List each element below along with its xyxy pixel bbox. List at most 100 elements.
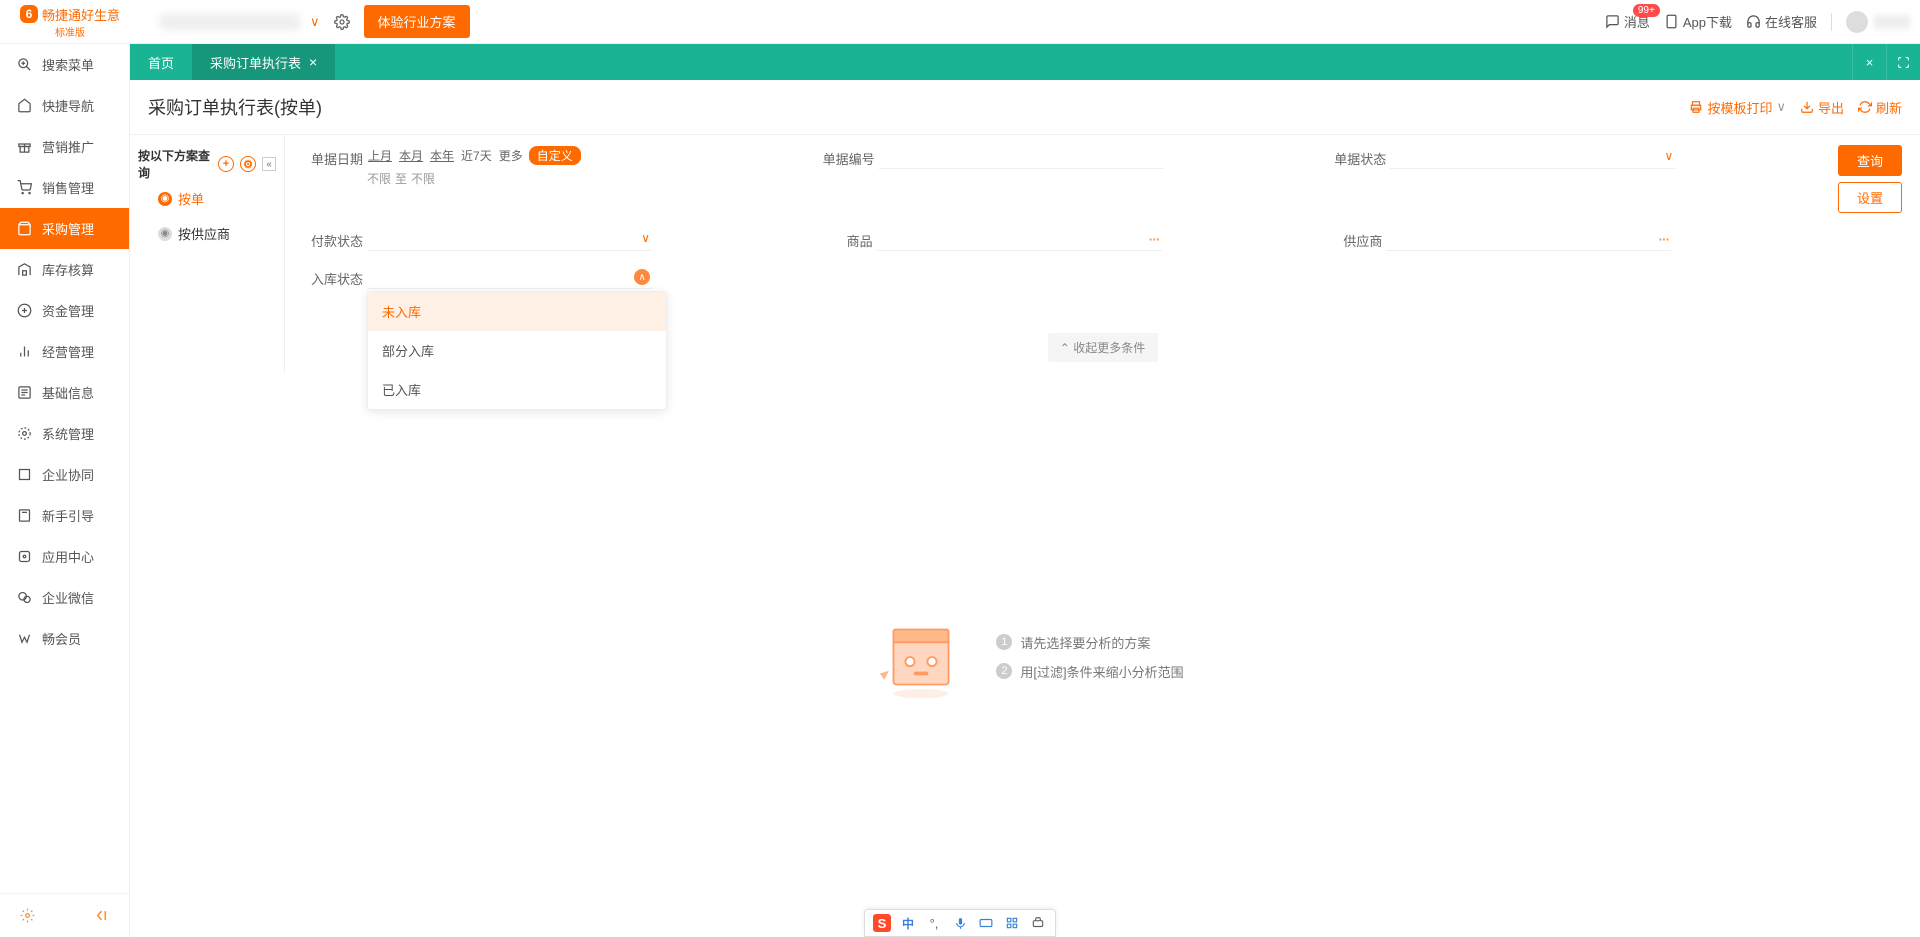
sidebar-item-member[interactable]: 畅会员	[0, 618, 129, 659]
user-menu[interactable]	[1846, 11, 1910, 33]
empty-step-1: 1 请先选择要分析的方案	[996, 633, 1183, 652]
sidebar-item-label: 应用中心	[42, 547, 94, 566]
settings-icon	[16, 426, 32, 442]
select-pay-status[interactable]	[367, 227, 652, 251]
dropdown-option-not-in[interactable]: 未入库	[368, 292, 666, 331]
date-opt-custom[interactable]: 自定义	[529, 146, 581, 165]
scheme-gear-icon[interactable]: ⚙	[240, 156, 256, 172]
date-opt-more[interactable]: 更多	[498, 145, 524, 166]
dropdown-option-all-in[interactable]: 已入库	[368, 370, 666, 409]
print-icon	[1689, 100, 1703, 114]
online-service-button[interactable]: 在线客服	[1746, 12, 1817, 31]
add-scheme-icon[interactable]: +	[218, 156, 234, 172]
more-icon[interactable]: ···	[1149, 231, 1160, 247]
footer-collapse-icon[interactable]	[94, 908, 109, 923]
select-supplier[interactable]	[1386, 227, 1671, 251]
trial-solution-button[interactable]: 体验行业方案	[364, 5, 470, 38]
sidebar-item-wechat[interactable]: 企业微信	[0, 577, 129, 618]
query-button[interactable]: 查询	[1838, 145, 1902, 176]
ime-toolbar[interactable]: S 中 °,	[864, 909, 1056, 937]
gear-icon[interactable]	[334, 14, 350, 30]
home-icon	[16, 98, 32, 114]
date-opt-7days[interactable]: 近7天	[460, 145, 493, 166]
settings-button[interactable]: 设置	[1838, 182, 1902, 213]
org-selector[interactable]: ∨	[160, 14, 320, 30]
sidebar-item-label: 搜索菜单	[42, 55, 94, 74]
sidebar-item-guide[interactable]: 新手引导	[0, 495, 129, 536]
collapse-more-button[interactable]: ⌃ 收起更多条件	[1048, 333, 1158, 362]
tab-label: 采购订单执行表	[210, 53, 301, 72]
ime-lang-icon[interactable]: 中	[899, 914, 917, 932]
sidebar-item-label: 经营管理	[42, 342, 94, 361]
chevron-down-icon[interactable]: ∨	[641, 231, 650, 245]
empty-step-2: 2 用[过滤]条件来缩小分析范围	[996, 662, 1183, 681]
select-in-status[interactable]	[367, 265, 652, 289]
sidebar-item-label: 快捷导航	[42, 96, 94, 115]
phone-icon	[1664, 14, 1679, 29]
avatar-icon	[1846, 11, 1868, 33]
chevron-up-icon[interactable]: ∧	[634, 269, 650, 285]
select-goods[interactable]	[877, 227, 1162, 251]
double-chevron-up-icon: ⌃	[1060, 341, 1070, 355]
tab-label: 首页	[148, 53, 174, 72]
warehouse-icon	[16, 262, 32, 278]
ime-mic-icon[interactable]	[951, 914, 969, 932]
tab-purchase-order-report[interactable]: 采购订单执行表 ×	[192, 44, 335, 80]
more-icon[interactable]: ···	[1658, 231, 1669, 247]
filter-area: 按以下方案查询 + ⚙ « ◉ 按单 ◉ 按供应商	[130, 135, 1920, 372]
collapse-more-label: 收起更多条件	[1073, 341, 1145, 355]
sidebar-item-purchase[interactable]: 采购管理	[0, 208, 129, 249]
app-download-button[interactable]: App下载	[1664, 12, 1732, 31]
date-opt-last-month[interactable]: 上月	[367, 145, 393, 166]
ime-punct-icon[interactable]: °,	[925, 914, 943, 932]
date-opt-this-month[interactable]: 本月	[398, 145, 424, 166]
input-bill-no[interactable]	[879, 145, 1164, 169]
scheme-by-supplier[interactable]: ◉ 按供应商	[138, 216, 276, 251]
sidebar-item-label: 库存核算	[42, 260, 94, 279]
sidebar-item-label: 新手引导	[42, 506, 94, 525]
ime-sogou-icon[interactable]: S	[873, 914, 891, 932]
ime-skin-icon[interactable]	[1003, 914, 1021, 932]
sidebar-item-search[interactable]: 搜索菜单	[0, 44, 129, 85]
tab-fullscreen-button[interactable]	[1886, 44, 1920, 80]
dropdown-option-partial-in[interactable]: 部分入库	[368, 331, 666, 370]
refresh-button[interactable]: 刷新	[1858, 98, 1902, 117]
date-opt-this-year[interactable]: 本年	[429, 145, 455, 166]
ime-tool-icon[interactable]	[1029, 914, 1047, 932]
select-bill-status[interactable]	[1390, 145, 1675, 169]
sidebar-item-sales[interactable]: 销售管理	[0, 167, 129, 208]
sidebar-item-system[interactable]: 系统管理	[0, 413, 129, 454]
ime-keyboard-icon[interactable]	[977, 914, 995, 932]
sidebar-item-funds[interactable]: 资金管理	[0, 290, 129, 331]
refresh-icon	[1858, 100, 1872, 114]
bag-icon	[16, 221, 32, 237]
chevron-down-icon[interactable]: ∨	[1665, 149, 1674, 163]
footer-gear-icon[interactable]	[20, 908, 35, 923]
divider	[1831, 13, 1832, 31]
messages-button[interactable]: 消息 99+	[1605, 12, 1650, 31]
tab-home[interactable]: 首页	[130, 44, 192, 80]
search-icon	[16, 57, 32, 73]
sidebar-item-marketing[interactable]: 营销推广	[0, 126, 129, 167]
sidebar-item-enterprise-collab[interactable]: 企业协同	[0, 454, 129, 495]
scheme-by-order[interactable]: ◉ 按单	[138, 181, 276, 216]
close-icon[interactable]: ×	[309, 54, 317, 70]
tab-close-all-button[interactable]: ×	[1852, 44, 1886, 80]
sidebar-item-label: 基础信息	[42, 383, 94, 402]
print-template-button[interactable]: 按模板打印 ∨	[1689, 98, 1786, 117]
sidebar-item-label: 系统管理	[42, 424, 94, 443]
sidebar-item-inventory[interactable]: 库存核算	[0, 249, 129, 290]
chart-icon	[16, 344, 32, 360]
content-area: 首页 采购订单执行表 × × 采购订单执行表(按单) 按模板打印 ∨	[130, 44, 1920, 937]
sidebar-item-quick-nav[interactable]: 快捷导航	[0, 85, 129, 126]
date-to[interactable]: 不限	[411, 170, 435, 187]
gift-icon	[16, 139, 32, 155]
date-from[interactable]: 不限	[367, 170, 391, 187]
top-header: 6 畅捷通好生意 标准版 ∨ 体验行业方案 消息 99+ App下载	[0, 0, 1920, 44]
sidebar-item-operation[interactable]: 经营管理	[0, 331, 129, 372]
empty-illustration	[866, 602, 976, 712]
export-button[interactable]: 导出	[1800, 98, 1844, 117]
sidebar-item-app-center[interactable]: 应用中心	[0, 536, 129, 577]
sidebar-item-basic[interactable]: 基础信息	[0, 372, 129, 413]
collapse-scheme-icon[interactable]: «	[262, 157, 276, 171]
